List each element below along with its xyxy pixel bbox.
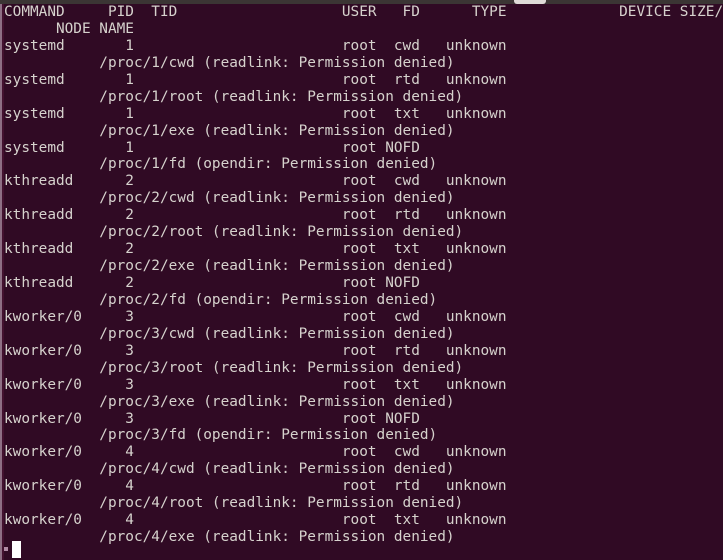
terminal-line: /proc/2/exe (readlink: Permission denied… (4, 258, 455, 275)
terminal-line: COMMAND PID TID USER FD TYPE DEVICE SIZE… (4, 4, 723, 20)
terminal-line: kworker/0 4 root rtd unknown (4, 478, 507, 495)
terminal-line: /proc/1/fd (opendir: Permission denied) (4, 156, 438, 173)
terminal-line: kthreadd 2 root NOFD (4, 275, 420, 291)
terminal-line: /proc/4/cwd (readlink: Permission denied… (4, 461, 455, 478)
terminal-line: systemd 1 root NOFD (4, 139, 420, 156)
terminal-line: /proc/4/exe (readlink: Permission denied… (4, 529, 455, 546)
terminal-line: kworker/0 4 root cwd unknown (4, 444, 507, 461)
terminal-line: /proc/1/root (readlink: Permission denie… (4, 88, 464, 105)
terminal-line: kthreadd 2 root txt unknown (4, 241, 507, 258)
terminal-output-area[interactable]: COMMAND PID TID USER FD TYPE DEVICE SIZE… (4, 4, 723, 560)
terminal-line: kworker/0 3 root cwd unknown (4, 308, 507, 325)
terminal-line: kworker/0 3 root txt unknown (4, 376, 507, 393)
terminal-line: /proc/2/root (readlink: Permission denie… (4, 224, 464, 241)
window-left-edge-shadow (2, 0, 4, 560)
terminal-line: kworker/0 3 root NOFD (4, 410, 420, 427)
terminal-line: /proc/3/fd (opendir: Permission denied) (4, 427, 438, 444)
window-titlebar-fragment[interactable] (0, 0, 723, 4)
terminal-line: /proc/2/cwd (readlink: Permission denied… (4, 190, 455, 207)
terminal-window[interactable]: COMMAND PID TID USER FD TYPE DEVICE SIZE… (0, 0, 723, 560)
terminal-line: /proc/3/root (readlink: Permission denie… (4, 359, 464, 376)
terminal-line: systemd 1 root txt unknown (4, 105, 507, 122)
terminal-line: kthreadd 2 root rtd unknown (4, 207, 507, 224)
window-titlebar-button[interactable] (514, 0, 546, 4)
terminal-line: /proc/3/cwd (readlink: Permission denied… (4, 325, 455, 342)
terminal-line: /proc/3/exe (readlink: Permission denied… (4, 393, 455, 410)
terminal-line: /proc/4/root (readlink: Permission denie… (4, 495, 464, 512)
terminal-line: kworker/0 4 root txt unknown (4, 512, 507, 529)
terminal-line: /proc/1/exe (readlink: Permission denied… (4, 122, 455, 139)
terminal-line: systemd 1 root rtd unknown (4, 71, 507, 88)
terminal-line: systemd 1 root cwd unknown (4, 37, 507, 54)
terminal-cursor (12, 541, 21, 558)
terminal-line: kthreadd 2 root cwd unknown (4, 173, 507, 190)
terminal-line: NODE NAME (4, 20, 134, 37)
terminal-line: /proc/1/cwd (readlink: Permission denied… (4, 54, 455, 71)
terminal-line: /proc/2/fd (opendir: Permission denied) (4, 291, 438, 308)
terminal-line: kworker/0 3 root rtd unknown (4, 342, 507, 359)
prompt-marker-icon (4, 547, 8, 551)
